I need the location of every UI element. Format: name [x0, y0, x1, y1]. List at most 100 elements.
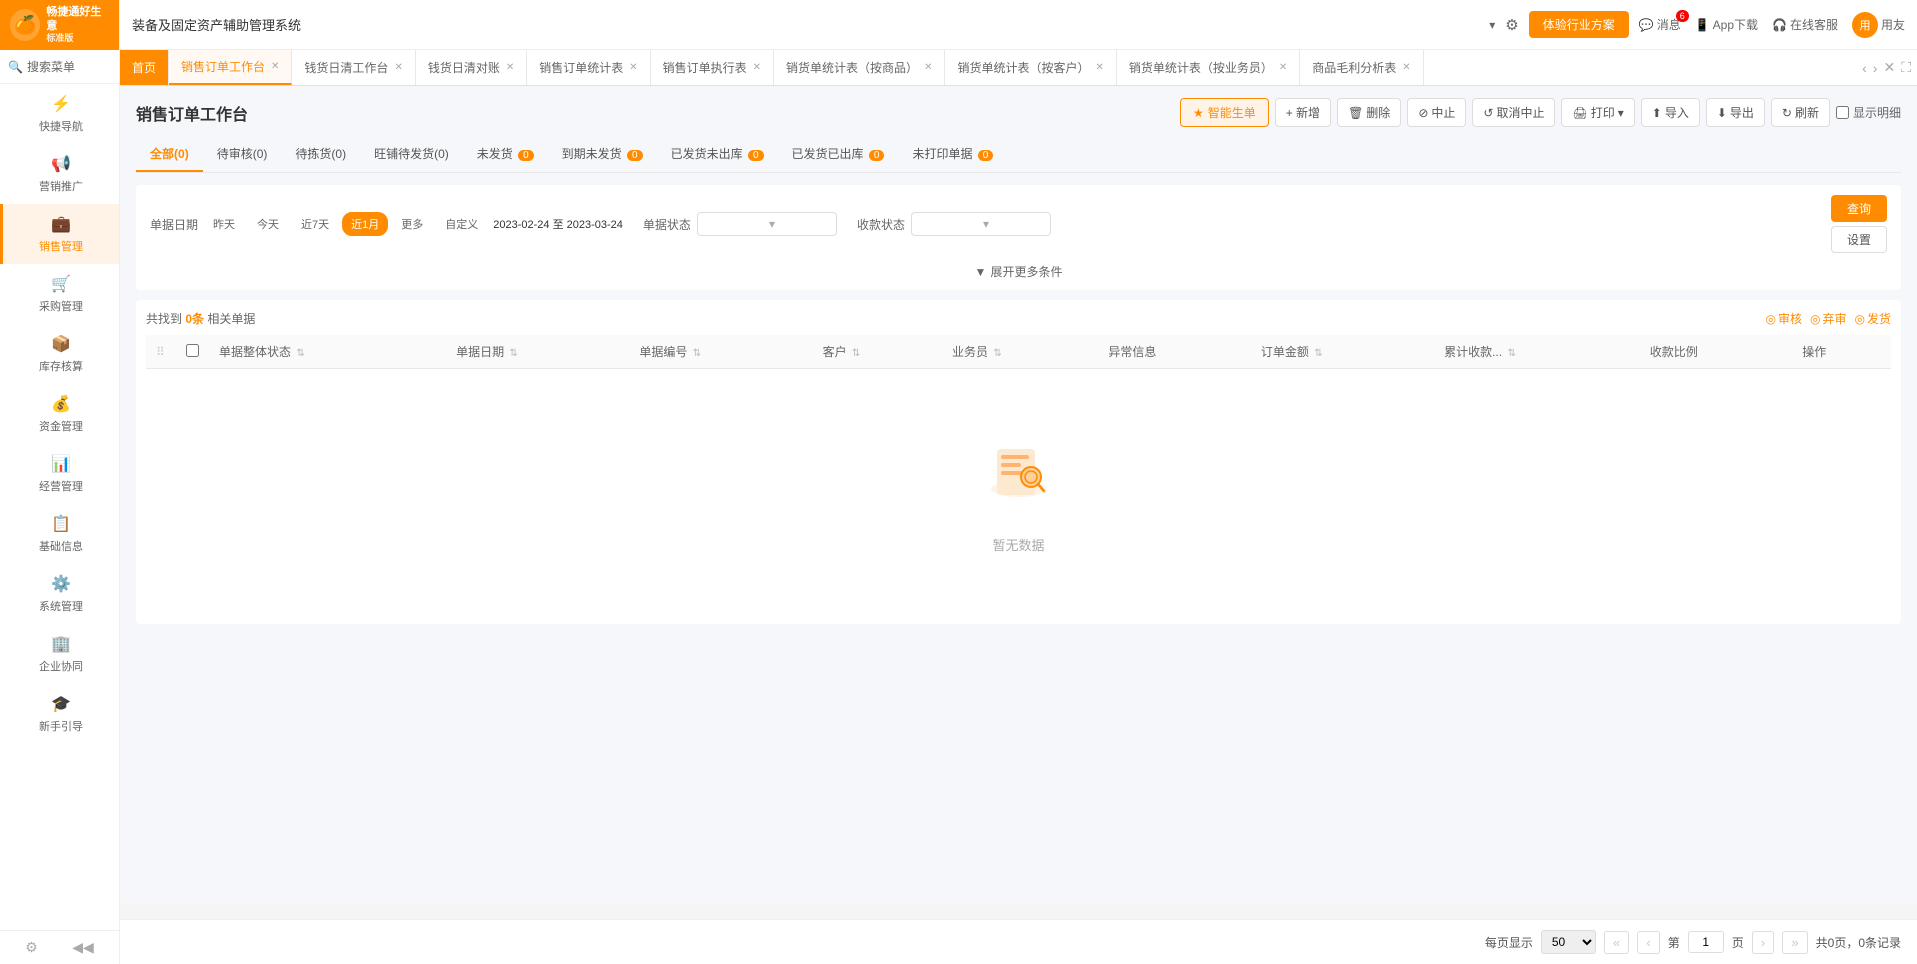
system-name: 装备及固定资产辅助管理系统 — [132, 15, 1479, 34]
tab-home[interactable]: 首页 — [120, 50, 169, 85]
last-page-btn[interactable]: » — [1782, 931, 1807, 954]
expand-filter-btn[interactable]: ▼ 展开更多条件 — [975, 263, 1063, 280]
sort-date-icon: ⇅ — [509, 348, 517, 359]
subtab-overdue-not-shipped[interactable]: 到期未发货 0 — [548, 137, 657, 172]
tab-sales-stats[interactable]: 销售订单统计表 ✕ — [527, 50, 650, 85]
show-detail-checkbox[interactable]: 显示明细 — [1836, 104, 1901, 121]
star-icon: ★ — [1193, 106, 1204, 120]
sidebar-item-quick-nav[interactable]: ⚡ 快捷导航 — [0, 84, 119, 144]
subtab-shipped-out[interactable]: 已发货已出库 0 — [778, 137, 899, 172]
current-page-input[interactable] — [1688, 931, 1724, 953]
select-all-checkbox[interactable] — [186, 344, 199, 357]
date-btn-1month[interactable]: 近1月 — [342, 212, 388, 236]
tab-next-icon[interactable]: › — [1871, 58, 1880, 78]
per-page-select[interactable]: 10 20 50 100 — [1541, 930, 1596, 954]
tab-sales-summary-customer[interactable]: 销货单统计表（按客户） ✕ — [945, 50, 1116, 85]
import-btn[interactable]: ⬆ 导入 — [1641, 98, 1700, 127]
th-amount[interactable]: 订单金额 ⇅ — [1251, 335, 1434, 369]
close-tab-sales-order[interactable]: ✕ — [271, 61, 279, 72]
sidebar-item-basic-info[interactable]: 📋 基础信息 — [0, 504, 119, 564]
date-btn-yesterday[interactable]: 昨天 — [204, 212, 244, 236]
payment-select[interactable]: ▾ — [911, 212, 1051, 236]
th-received[interactable]: 累计收款... ⇅ — [1434, 335, 1640, 369]
system-dropdown[interactable]: ▾ — [1489, 18, 1495, 32]
collapse-icon[interactable]: ◀◀ — [72, 939, 94, 956]
topbar-gear-icon[interactable]: ⚙ — [1505, 16, 1518, 34]
sidebar-item-sales[interactable]: 💼 销售管理 — [0, 204, 119, 264]
subtab-wangpu-pending[interactable]: 旺铺待发货(0) — [360, 137, 463, 172]
first-page-btn[interactable]: « — [1604, 931, 1629, 954]
print-btn[interactable]: 🖨 打印 ▾ — [1561, 98, 1634, 127]
th-status[interactable]: 单据整体状态 ⇅ — [209, 335, 446, 369]
next-page-btn[interactable]: › — [1752, 931, 1774, 954]
close-tab-sales-stats[interactable]: ✕ — [629, 62, 637, 73]
smart-create-btn[interactable]: ★ 智能生单 — [1180, 98, 1269, 127]
show-detail-input[interactable] — [1836, 106, 1849, 119]
tab-pin-icon[interactable]: ✕ — [1881, 57, 1897, 78]
user-avatar-item[interactable]: 用 用友 — [1852, 12, 1905, 38]
prev-page-btn[interactable]: ‹ — [1637, 931, 1659, 954]
subtab-not-printed[interactable]: 未打印单据 0 — [898, 137, 1007, 172]
tab-sales-summary-staff[interactable]: 销货单统计表（按业务员） ✕ — [1117, 50, 1300, 85]
search-menu[interactable]: 🔍 搜索菜单 — [0, 50, 119, 84]
tab-cash-daily[interactable]: 钱货日清工作台 ✕ — [292, 50, 415, 85]
cancel-pause-btn[interactable]: ↺ 取消中止 — [1472, 98, 1555, 127]
subtab-pending-review[interactable]: 待审核(0) — [203, 137, 282, 172]
subtab-shipped-not-out[interactable]: 已发货未出库 0 — [657, 137, 778, 172]
refresh-btn[interactable]: ↻ 刷新 — [1771, 98, 1830, 127]
date-btn-today[interactable]: 今天 — [248, 212, 288, 236]
subtab-all[interactable]: 全部(0) — [136, 137, 203, 172]
date-btn-more[interactable]: 更多 — [392, 212, 432, 236]
app-download-item[interactable]: 📱 App下载 — [1695, 16, 1758, 33]
sidebar-item-guide[interactable]: 🎓 新手引导 — [0, 684, 119, 744]
industry-btn[interactable]: 体验行业方案 — [1529, 11, 1629, 38]
th-checkbox[interactable] — [176, 335, 209, 369]
dropdown-arrow-icon: ▾ — [1489, 18, 1495, 32]
setting-btn[interactable]: 设置 — [1831, 226, 1887, 253]
th-staff[interactable]: 业务员 ⇅ — [942, 335, 1098, 369]
date-btn-custom[interactable]: 自定义 — [436, 212, 487, 236]
delete-btn[interactable]: 🗑 删除 — [1337, 98, 1401, 127]
close-tab-cash-reconcile[interactable]: ✕ — [506, 62, 514, 73]
sidebar-item-inventory[interactable]: 📦 库存核算 — [0, 324, 119, 384]
query-btn[interactable]: 查询 — [1831, 195, 1887, 222]
message-icon-item[interactable]: 💬 6 消息 — [1639, 16, 1681, 33]
sidebar-item-system[interactable]: ⚙️ 系统管理 — [0, 564, 119, 624]
horizontal-scrollbar[interactable] — [120, 903, 1917, 919]
sidebar-item-finance[interactable]: 💰 资金管理 — [0, 384, 119, 444]
abandon-review-btn[interactable]: ◎ 弃审 — [1810, 310, 1847, 327]
filter-bar: 单据日期 昨天 今天 近7天 近1月 更多 自定义 2023-02-24 至 2… — [136, 185, 1901, 290]
sidebar-item-enterprise[interactable]: 🏢 企业协同 — [0, 624, 119, 684]
close-tab-sales-summary-staff[interactable]: ✕ — [1279, 62, 1287, 73]
close-tab-sales-summary-product[interactable]: ✕ — [924, 62, 932, 73]
settings-icon[interactable]: ⚙ — [25, 939, 38, 956]
add-btn[interactable]: + 新增 — [1275, 98, 1331, 127]
tab-sales-order[interactable]: 销售订单工作台 ✕ — [169, 50, 292, 85]
export-btn[interactable]: ⬇ 导出 — [1706, 98, 1765, 127]
sidebar-item-purchase[interactable]: 🛒 采购管理 — [0, 264, 119, 324]
tab-product-margin[interactable]: 商品毛利分析表 ✕ — [1300, 50, 1423, 85]
tab-maximize-icon[interactable]: ⛶ — [1899, 57, 1913, 78]
subtab-pending-inspect[interactable]: 待拣货(0) — [281, 137, 360, 172]
th-customer[interactable]: 客户 ⇅ — [813, 335, 942, 369]
th-number[interactable]: 单据编号 ⇅ — [629, 335, 812, 369]
tab-cash-reconcile[interactable]: 钱货日清对账 ✕ — [416, 50, 527, 85]
tab-prev-icon[interactable]: ‹ — [1860, 58, 1869, 78]
sidebar-item-operations[interactable]: 📊 经营管理 — [0, 444, 119, 504]
ship-icon: ◎ — [1855, 312, 1865, 326]
tab-sales-exec[interactable]: 销售订单执行表 ✕ — [651, 50, 774, 85]
ship-btn[interactable]: ◎ 发货 — [1855, 310, 1892, 327]
close-tab-cash-daily[interactable]: ✕ — [394, 62, 402, 73]
close-tab-product-margin[interactable]: ✕ — [1402, 62, 1410, 73]
th-date[interactable]: 单据日期 ⇅ — [446, 335, 629, 369]
status-select[interactable]: ▾ — [697, 212, 837, 236]
sidebar-item-marketing[interactable]: 📢 营销推广 — [0, 144, 119, 204]
review-btn[interactable]: ◎ 审核 — [1766, 310, 1803, 327]
close-tab-sales-summary-customer[interactable]: ✕ — [1095, 62, 1103, 73]
online-service-item[interactable]: 🎧 在线客服 — [1772, 16, 1838, 33]
subtab-not-shipped[interactable]: 未发货 0 — [463, 137, 548, 172]
date-btn-7days[interactable]: 近7天 — [292, 212, 338, 236]
pause-btn[interactable]: ⊘ 中止 — [1407, 98, 1466, 127]
tab-sales-summary-product[interactable]: 销货单统计表（按商品） ✕ — [774, 50, 945, 85]
close-tab-sales-exec[interactable]: ✕ — [753, 62, 761, 73]
